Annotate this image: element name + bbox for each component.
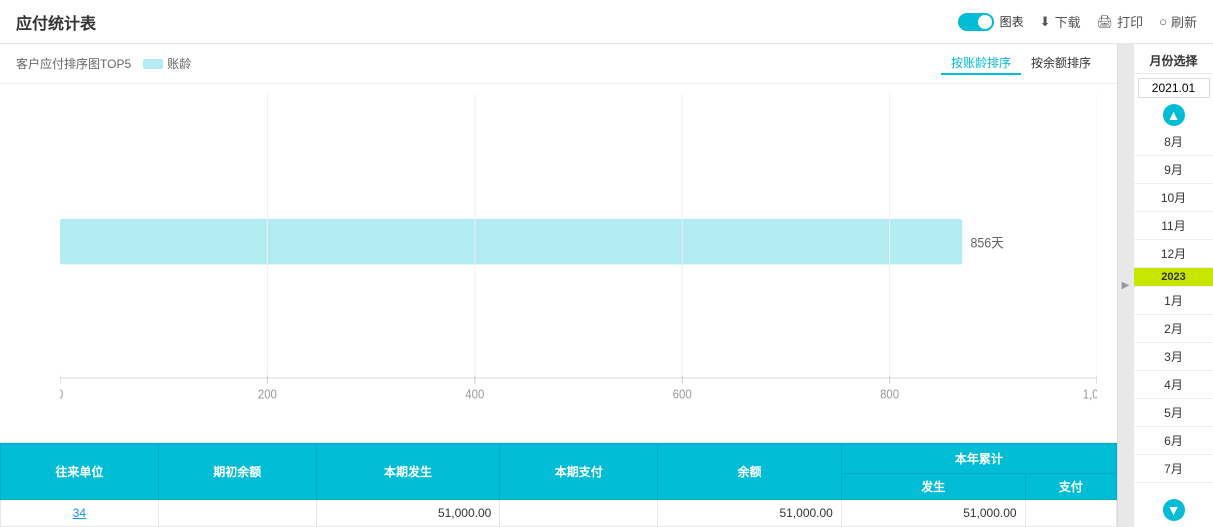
month-list: 8月 9月 10月 11月 12月 2023 1月 2月 3月 4月 5月 6月… [1134,128,1213,497]
sort-by-amount-button[interactable]: 按余额排序 [1021,52,1101,75]
ytd-occur-cell: 51,000.00 [841,500,1025,527]
month-item-7[interactable]: 7月 [1134,455,1213,483]
header-actions: 图表 ⬇ 下载 🖨 打印 ○ 刷新 [958,12,1197,31]
sidebar-nav-down: ▼ [1134,499,1213,525]
refresh-icon: ○ [1159,14,1167,29]
svg-text:800: 800 [880,387,899,402]
legend-item-age: 账龄 [143,55,191,72]
current-pay-cell [500,500,658,527]
legend-label-age: 账龄 [167,55,191,72]
download-icon: ⬇ [1040,14,1051,30]
col-ytd-occur: 发生 [841,474,1025,500]
month-item-9[interactable]: 9月 [1134,156,1213,184]
table-wrapper: 往来单位 期初余额 本期发生 本期支付 余额 本年累计 发生 支付 [0,443,1117,527]
svg-text:1,000: 1,000 [1083,387,1097,402]
month-item-2[interactable]: 2月 [1134,315,1213,343]
download-button[interactable]: ⬇ 下载 [1040,12,1081,31]
col-balance: 余额 [658,444,842,500]
toggle-thumb [978,15,992,29]
print-icon: 🖨 [1097,14,1114,30]
month-item-6[interactable]: 6月 [1134,427,1213,455]
page-title: 应付统计表 [16,10,96,34]
chart-body: 34 856天 0 200 40 [0,84,1117,442]
main-content: 客户应付排序图TOP5 账龄 按账龄排序 按余额排序 34 [0,44,1213,527]
month-item-11[interactable]: 11月 [1134,212,1213,240]
year-marker-2023: 2023 [1134,268,1213,287]
col-current-occur: 本期发生 [316,444,500,500]
chart-table-area: 客户应付排序图TOP5 账龄 按账龄排序 按余额排序 34 [0,44,1117,527]
legend-item-top5: 客户应付排序图TOP5 [16,55,131,72]
col-from-unit: 往来单位 [1,444,159,500]
sidebar-title: 月份选择 [1134,44,1213,74]
legend-dot [143,59,163,69]
unit-link[interactable]: 34 [73,506,86,520]
month-item-1[interactable]: 1月 [1134,287,1213,315]
month-item-12[interactable]: 12月 [1134,240,1213,268]
chart-legend: 客户应付排序图TOP5 账龄 [16,55,191,72]
chart-svg: 34 856天 0 200 40 [60,94,1097,412]
chart-label: 图表 [1000,13,1024,30]
nav-down-button[interactable]: ▼ [1163,499,1185,521]
svg-text:200: 200 [258,387,277,402]
chart-header: 客户应付排序图TOP5 账龄 按账龄排序 按余额排序 [0,44,1117,84]
month-sidebar: 月份选择 ▲ 8月 9月 10月 11月 12月 2023 1月 2月 3月 4… [1133,44,1213,527]
nav-up-button[interactable]: ▲ [1163,104,1185,126]
app-header: 应付统计表 图表 ⬇ 下载 🖨 打印 ○ 刷新 [0,0,1213,44]
year-input[interactable] [1138,78,1210,98]
data-table: 往来单位 期初余额 本期发生 本期支付 余额 本年累计 发生 支付 [0,443,1117,527]
unit-cell: 34 [1,500,159,527]
balance-cell: 51,000.00 [658,500,842,527]
svg-text:0: 0 [60,387,64,402]
chart-toggle[interactable]: 图表 [958,13,1024,31]
legend-label-top5: 客户应付排序图TOP5 [16,55,131,72]
svg-text:856天: 856天 [970,235,1003,251]
toggle-track[interactable] [958,13,994,31]
month-item-3[interactable]: 3月 [1134,343,1213,371]
print-button[interactable]: 🖨 打印 [1097,12,1144,31]
svg-text:600: 600 [673,387,692,402]
month-item-8[interactable]: 8月 [1134,128,1213,156]
ytd-pay-cell [1025,500,1116,527]
col-current-pay: 本期支付 [500,444,658,500]
table-section: 往来单位 期初余额 本期发生 本期支付 余额 本年累计 发生 支付 [0,442,1117,527]
col-opening: 期初余额 [158,444,316,500]
sidebar-nav-up: ▲ [1134,104,1213,126]
sort-by-balance-button[interactable]: 按账龄排序 [941,52,1021,75]
refresh-button[interactable]: ○ 刷新 [1159,12,1197,31]
sidebar-expand-handle[interactable]: ▶ [1117,44,1133,527]
opening-cell [158,500,316,527]
current-occur-cell: 51,000.00 [316,500,500,527]
month-item-10[interactable]: 10月 [1134,184,1213,212]
month-item-5[interactable]: 5月 [1134,399,1213,427]
sort-buttons: 按账龄排序 按余额排序 [941,52,1101,75]
svg-text:400: 400 [465,387,484,402]
col-ytd-pay: 支付 [1025,474,1116,500]
month-item-4[interactable]: 4月 [1134,371,1213,399]
col-ytd: 本年累计 [841,444,1116,474]
table-row: 34 51,000.00 51,000.00 51,000.00 [1,500,1117,527]
